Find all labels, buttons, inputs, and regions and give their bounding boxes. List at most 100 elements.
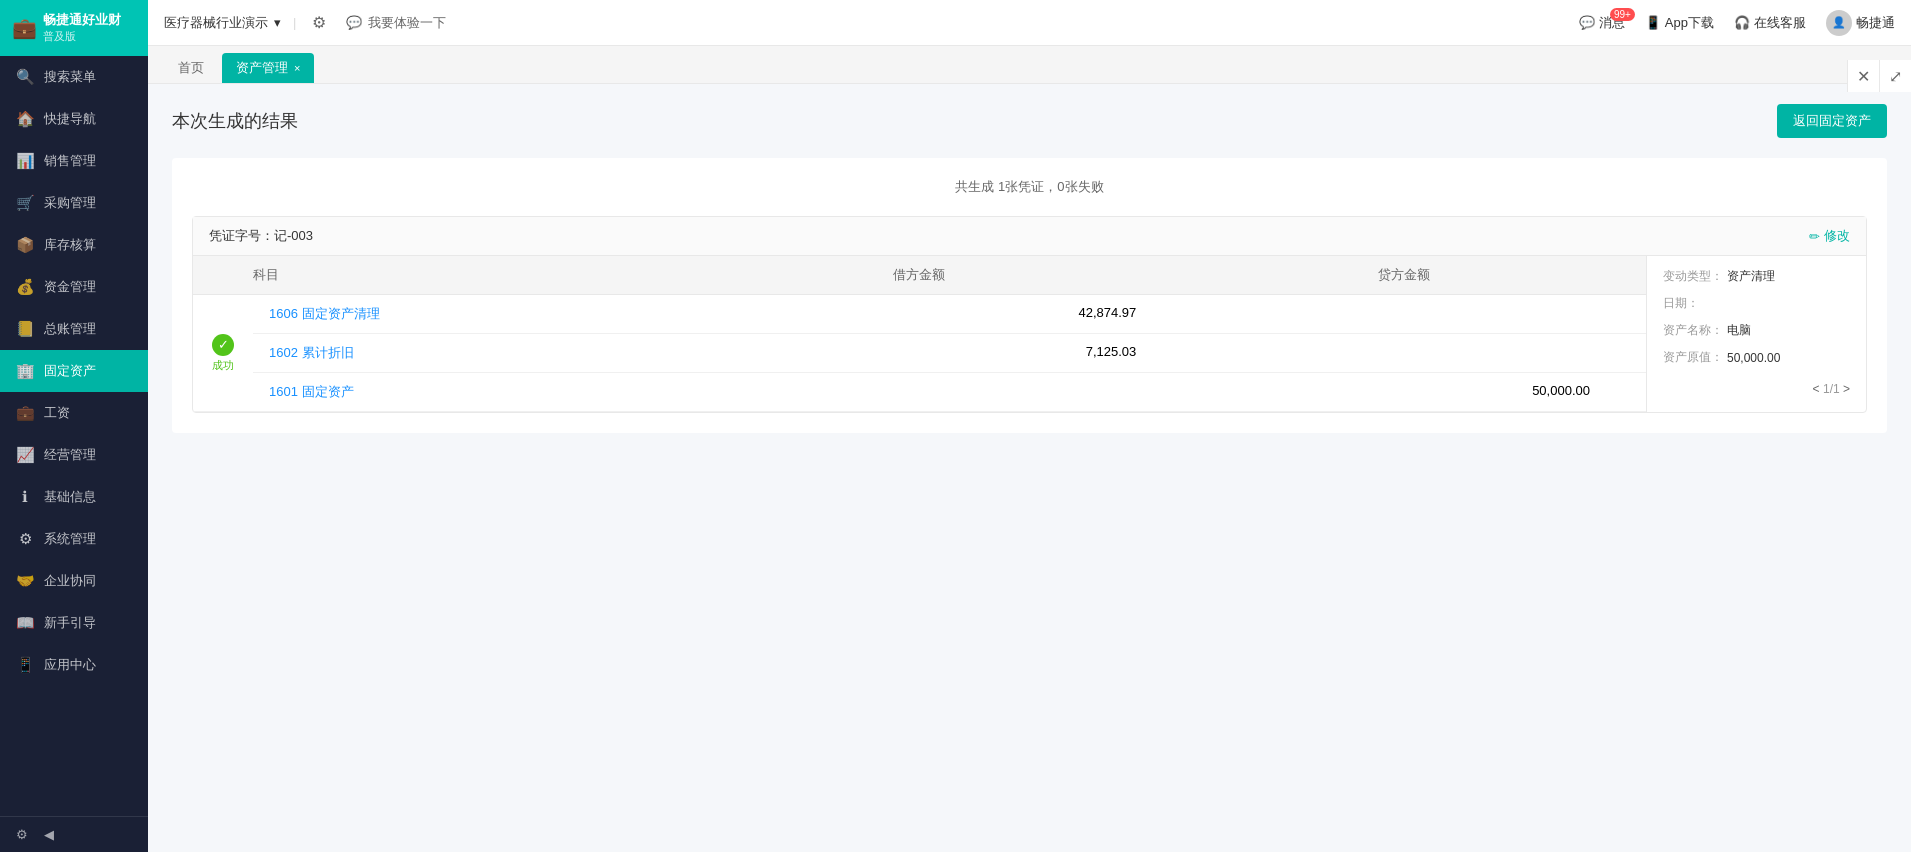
company-selector[interactable]: 医疗器械行业演示 ▾ [164,14,281,32]
success-label: 成功 [212,358,234,373]
voucher-section: 凭证字号：记-003 ✏ 修改 科目 借方金额 贷方金额 [192,216,1867,413]
voucher-table: 科目 借方金额 贷方金额 ✓ 成功 16 [193,256,1646,412]
sidebar-label-sales: 销售管理 [44,152,96,170]
expand-dialog-btn[interactable]: ⤢ [1879,60,1911,92]
table-row-group: ✓ 成功 1606 固定资产清理 42,874.97 160 [193,295,1646,412]
sidebar-label-operations: 经营管理 [44,446,96,464]
dialog-controls: ✕ ⤢ [1847,60,1911,92]
info-asset-name: 资产名称： 电脑 [1663,322,1850,339]
sidebar: 💼 畅捷通好业财 普及版 🔍 搜索菜单 🏠 快捷导航 📊 销售管理 🛒 采购管理… [0,0,148,852]
edit-button[interactable]: ✏ 修改 [1809,227,1850,245]
sidebar-item-sales[interactable]: 📊 销售管理 [0,140,148,182]
operations-icon: 📈 [16,446,34,464]
tab-asset-management[interactable]: 资产管理 × [222,53,314,83]
tab-home-label: 首页 [178,60,204,75]
feedback-btn[interactable]: 💬 我要体验一下 [346,14,446,32]
sidebar-scroll: 🔍 搜索菜单 🏠 快捷导航 📊 销售管理 🛒 采购管理 📦 库存核算 💰 资金管… [0,56,148,816]
sidebar-item-quick-nav[interactable]: 🏠 快捷导航 [0,98,148,140]
table-rows-area: 1606 固定资产清理 42,874.97 1602 累计折旧 7,125.03 [253,295,1646,411]
tabbar: 首页 资产管理 × [148,46,1911,84]
asset-name-value: 电脑 [1727,322,1751,339]
page-info: 1/1 [1823,382,1843,396]
sidebar-label-cooperation: 企业协同 [44,572,96,590]
sidebar-collapse-btn[interactable]: ◀ [44,827,54,842]
username: 畅捷通 [1856,14,1895,32]
app-download-btn[interactable]: 📱 App下载 [1645,14,1714,32]
message-badge: 99+ [1610,8,1635,21]
info-date: 日期： [1663,295,1850,312]
home-icon: 🏠 [16,110,34,128]
sidebar-item-system[interactable]: ⚙ 系统管理 [0,518,148,560]
sidebar-label-quick-nav: 快捷导航 [44,110,96,128]
sidebar-item-app-center[interactable]: 📱 应用中心 [0,644,148,686]
voucher-body: 科目 借方金额 贷方金额 ✓ 成功 16 [193,256,1866,412]
sidebar-label-basic-info: 基础信息 [44,488,96,506]
th-subject: 科目 [193,256,677,294]
sidebar-item-inventory[interactable]: 📦 库存核算 [0,224,148,266]
info-panel: 变动类型： 资产清理 日期： 资产名称： 电脑 资产原值： [1646,256,1866,412]
sidebar-item-purchase[interactable]: 🛒 采购管理 [0,182,148,224]
tab-close-icon[interactable]: × [294,62,300,74]
app-center-icon: 📱 [16,656,34,674]
sidebar-item-operations[interactable]: 📈 经营管理 [0,434,148,476]
ledger-icon: 📒 [16,320,34,338]
sidebar-item-payroll[interactable]: 💼 工资 [0,392,148,434]
info-change-type: 变动类型： 资产清理 [1663,268,1850,285]
app-name: 畅捷通好业财 [43,12,121,29]
guide-icon: 📖 [16,614,34,632]
sidebar-label-inventory: 库存核算 [44,236,96,254]
table-row: 1601 固定资产 50,000.00 [253,373,1646,411]
settings-icon[interactable]: ⚙ [312,13,326,32]
voucher-header: 凭证字号：记-003 ✏ 修改 [193,217,1866,256]
system-icon: ⚙ [16,530,34,548]
cell-credit-3: 50,000.00 [1176,383,1630,401]
cell-credit-2 [1176,344,1630,362]
fixed-assets-icon: 🏢 [16,362,34,380]
success-status: ✓ 成功 [193,326,253,381]
user-btn[interactable]: 👤 畅捷通 [1826,10,1895,36]
feedback-icon: 💬 [346,15,362,30]
close-dialog-btn[interactable]: ✕ [1847,60,1879,92]
logo-icon: 💼 [12,16,37,40]
cell-subject-2: 1602 累计折旧 [269,344,723,362]
return-button[interactable]: 返回固定资产 [1777,104,1887,138]
prev-page-btn[interactable]: < [1813,382,1820,396]
purchase-icon: 🛒 [16,194,34,212]
sidebar-item-basic-info[interactable]: ℹ 基础信息 [0,476,148,518]
cell-credit-1 [1176,305,1630,323]
topbar-right: 💬 消息 99+ 📱 App下载 🎧 在线客服 👤 畅捷通 [1579,10,1895,36]
cell-debit-2: 7,125.03 [723,344,1177,362]
sidebar-label-guide: 新手引导 [44,614,96,632]
online-service-btn[interactable]: 🎧 在线客服 [1734,14,1806,32]
avatar: 👤 [1826,10,1852,36]
online-service-label: 在线客服 [1754,14,1806,32]
sidebar-settings-icon[interactable]: ⚙ [16,827,28,842]
table-header: 科目 借方金额 贷方金额 [193,256,1646,295]
info-original-value: 资产原值： 50,000.00 [1663,349,1850,366]
original-value: 50,000.00 [1727,351,1780,365]
cooperation-icon: 🤝 [16,572,34,590]
date-label: 日期： [1663,295,1723,312]
message-icon: 💬 [1579,15,1595,30]
message-btn[interactable]: 💬 消息 99+ [1579,14,1625,32]
tab-home[interactable]: 首页 [164,53,218,83]
search-icon: 🔍 [16,68,34,86]
tab-active-label: 资产管理 [236,59,288,77]
sidebar-bottom: ⚙ ◀ [0,816,148,852]
sidebar-item-funds[interactable]: 💰 资金管理 [0,266,148,308]
sidebar-label-ledger: 总账管理 [44,320,96,338]
sidebar-label-search: 搜索菜单 [44,68,96,86]
cell-subject-3: 1601 固定资产 [269,383,723,401]
original-value-label: 资产原值： [1663,349,1723,366]
sidebar-item-cooperation[interactable]: 🤝 企业协同 [0,560,148,602]
headset-icon: 🎧 [1734,15,1750,30]
sidebar-item-guide[interactable]: 📖 新手引导 [0,602,148,644]
sidebar-item-fixed-assets[interactable]: 🏢 固定资产 [0,350,148,392]
content-area: 本次生成的结果 返回固定资产 共生成 1张凭证，0张失败 凭证字号：记-003 … [148,84,1911,852]
sidebar-item-search[interactable]: 🔍 搜索菜单 [0,56,148,98]
sidebar-item-ledger[interactable]: 📒 总账管理 [0,308,148,350]
topbar: 医疗器械行业演示 ▾ | ⚙ 💬 我要体验一下 💬 消息 99+ 📱 App下载… [148,0,1911,46]
next-page-btn[interactable]: > [1843,382,1850,396]
pagination: < 1/1 > [1663,382,1850,396]
payroll-icon: 💼 [16,404,34,422]
